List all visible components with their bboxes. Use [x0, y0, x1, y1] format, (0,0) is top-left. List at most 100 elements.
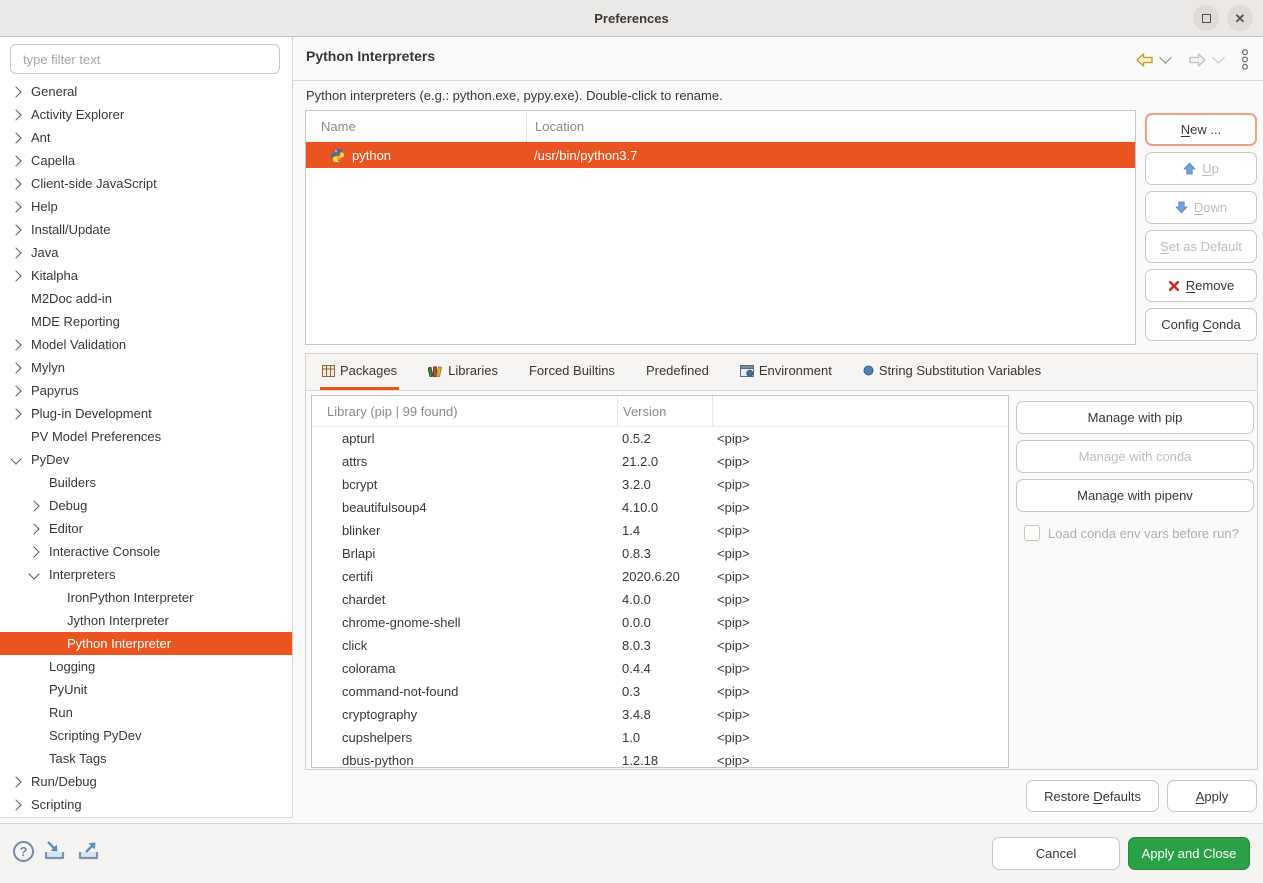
package-row[interactable]: click 8.0.3 <pip>: [312, 634, 1008, 657]
conda-env-checkbox[interactable]: [1024, 525, 1040, 541]
tree-item-pyunit[interactable]: PyUnit: [0, 678, 292, 701]
chevron-right-icon[interactable]: [10, 223, 22, 236]
chevron-right-icon[interactable]: [10, 798, 22, 811]
tree-item-run[interactable]: Run: [0, 701, 292, 724]
import-icon[interactable]: [42, 840, 68, 862]
tree-item-editor[interactable]: Editor: [0, 517, 292, 540]
tree-item-help[interactable]: Help: [0, 195, 292, 218]
manage-with-pipenv-button[interactable]: Manage with pipenv: [1016, 479, 1254, 512]
tree-item-ironpython-interpreter[interactable]: IronPython Interpreter: [0, 586, 292, 609]
package-row[interactable]: dbus-python 1.2.18 <pip>: [312, 749, 1008, 767]
titlebar[interactable]: Preferences ✕: [0, 0, 1263, 37]
package-row[interactable]: chrome-gnome-shell 0.0.0 <pip>: [312, 611, 1008, 634]
column-header-location[interactable]: Location: [526, 111, 1135, 141]
tree-item-client-side-javascript[interactable]: Client-side JavaScript: [0, 172, 292, 195]
interpreter-row[interactable]: python /usr/bin/python3.7: [306, 142, 1135, 168]
tree-item-activity-explorer[interactable]: Activity Explorer: [0, 103, 292, 126]
tree-item-mde-reporting[interactable]: MDE Reporting: [0, 310, 292, 333]
column-header-library[interactable]: Library (pip | 99 found): [312, 396, 617, 426]
tab-predefined[interactable]: Predefined: [644, 354, 711, 390]
package-row[interactable]: colorama 0.4.4 <pip>: [312, 657, 1008, 680]
chevron-right-icon[interactable]: [10, 246, 22, 259]
package-row[interactable]: bcrypt 3.2.0 <pip>: [312, 473, 1008, 496]
tree-item-pv-model-preferences[interactable]: PV Model Preferences: [0, 425, 292, 448]
tree-item-jython-interpreter[interactable]: Jython Interpreter: [0, 609, 292, 632]
tree-item-java[interactable]: Java: [0, 241, 292, 264]
chevron-right-icon[interactable]: [28, 499, 40, 512]
package-row[interactable]: blinker 1.4 <pip>: [312, 519, 1008, 542]
up-button[interactable]: Up: [1145, 152, 1257, 185]
tree-item-model-validation[interactable]: Model Validation: [0, 333, 292, 356]
filter-input[interactable]: [10, 44, 280, 74]
tree-item-general[interactable]: General: [0, 80, 292, 103]
export-icon[interactable]: [76, 840, 102, 862]
chevron-right-icon[interactable]: [10, 269, 22, 282]
manage-with-pip-button[interactable]: Manage with pip: [1016, 401, 1254, 434]
tab-string-substitution-variables[interactable]: String Substitution Variables: [861, 354, 1043, 390]
tree-item-mylyn[interactable]: Mylyn: [0, 356, 292, 379]
chevron-right-icon[interactable]: [10, 200, 22, 213]
view-menu-icon[interactable]: [1241, 49, 1249, 70]
chevron-right-icon[interactable]: [10, 85, 22, 98]
chevron-right-icon[interactable]: [10, 154, 22, 167]
chevron-right-icon[interactable]: [10, 407, 22, 420]
package-row[interactable]: Brlapi 0.8.3 <pip>: [312, 542, 1008, 565]
help-icon[interactable]: ?: [13, 840, 34, 862]
tree-item-ant[interactable]: Ant: [0, 126, 292, 149]
package-row[interactable]: attrs 21.2.0 <pip>: [312, 450, 1008, 473]
tree-item-papyrus[interactable]: Papyrus: [0, 379, 292, 402]
packages-table[interactable]: Library (pip | 99 found) Version apturl 0…: [311, 395, 1009, 768]
tree-item-scripting[interactable]: Scripting: [0, 793, 292, 816]
tree-item-install-update[interactable]: Install/Update: [0, 218, 292, 241]
tree-item-interactive-console[interactable]: Interactive Console: [0, 540, 292, 563]
cancel-button[interactable]: Cancel: [992, 837, 1120, 870]
chevron-right-icon[interactable]: [28, 545, 40, 558]
close-button[interactable]: ✕: [1227, 5, 1253, 31]
new-button[interactable]: New ...: [1145, 113, 1257, 146]
chevron-down-icon[interactable]: [10, 452, 22, 465]
chevron-down-icon[interactable]: [28, 567, 40, 580]
package-row[interactable]: command-not-found 0.3 <pip>: [312, 680, 1008, 703]
package-row[interactable]: certifi 2020.6.20 <pip>: [312, 565, 1008, 588]
tree-item-logging[interactable]: Logging: [0, 655, 292, 678]
back-icon[interactable]: [1135, 52, 1154, 68]
tab-libraries[interactable]: Libraries: [426, 354, 500, 390]
chevron-right-icon[interactable]: [10, 177, 22, 190]
package-row[interactable]: apturl 0.5.2 <pip>: [312, 427, 1008, 450]
chevron-right-icon[interactable]: [28, 522, 40, 535]
column-header-version[interactable]: Version: [617, 396, 712, 426]
package-row[interactable]: chardet 4.0.0 <pip>: [312, 588, 1008, 611]
restore-defaults-button[interactable]: Restore Defaults: [1026, 780, 1159, 812]
config-conda-button[interactable]: Config Conda: [1145, 308, 1257, 341]
set-as-default-button[interactable]: Set as Default: [1145, 230, 1257, 263]
tree-item-scripting-pydev[interactable]: Scripting PyDev: [0, 724, 292, 747]
column-header-name[interactable]: Name: [306, 111, 526, 141]
tree-item-task-tags[interactable]: Task Tags: [0, 747, 292, 770]
tree-item-capella[interactable]: Capella: [0, 149, 292, 172]
tree-item-plug-in-development[interactable]: Plug-in Development: [0, 402, 292, 425]
tree-item-kitalpha[interactable]: Kitalpha: [0, 264, 292, 287]
tree-item-m2doc-add-in[interactable]: M2Doc add-in: [0, 287, 292, 310]
tree-item-interpreters[interactable]: Interpreters: [0, 563, 292, 586]
chevron-right-icon[interactable]: [10, 775, 22, 788]
tree-item-run-debug[interactable]: Run/Debug: [0, 770, 292, 793]
apply-button[interactable]: Apply: [1167, 780, 1257, 812]
manage-with-conda-button[interactable]: Manage with conda: [1016, 440, 1254, 473]
package-row[interactable]: cupshelpers 1.0 <pip>: [312, 726, 1008, 749]
chevron-right-icon[interactable]: [10, 338, 22, 351]
tree-item-python-interpreter[interactable]: Python Interpreter: [0, 632, 292, 655]
tree-item-pydev[interactable]: PyDev: [0, 448, 292, 471]
package-row[interactable]: cryptography 3.4.8 <pip>: [312, 703, 1008, 726]
chevron-right-icon[interactable]: [10, 131, 22, 144]
chevron-right-icon[interactable]: [10, 108, 22, 121]
back-dropdown-icon[interactable]: [1159, 51, 1172, 64]
remove-button[interactable]: Remove: [1145, 269, 1257, 302]
apply-and-close-button[interactable]: Apply and Close: [1128, 837, 1250, 870]
package-row[interactable]: beautifulsoup4 4.10.0 <pip>: [312, 496, 1008, 519]
tree-item-debug[interactable]: Debug: [0, 494, 292, 517]
tab-packages[interactable]: Packages: [320, 354, 400, 390]
interpreters-table[interactable]: Name Location python /usr/bin/python3.7: [305, 110, 1136, 345]
down-button[interactable]: Down: [1145, 191, 1257, 224]
tab-forced-builtins[interactable]: Forced Builtins: [527, 354, 617, 390]
maximize-button[interactable]: [1193, 5, 1219, 31]
